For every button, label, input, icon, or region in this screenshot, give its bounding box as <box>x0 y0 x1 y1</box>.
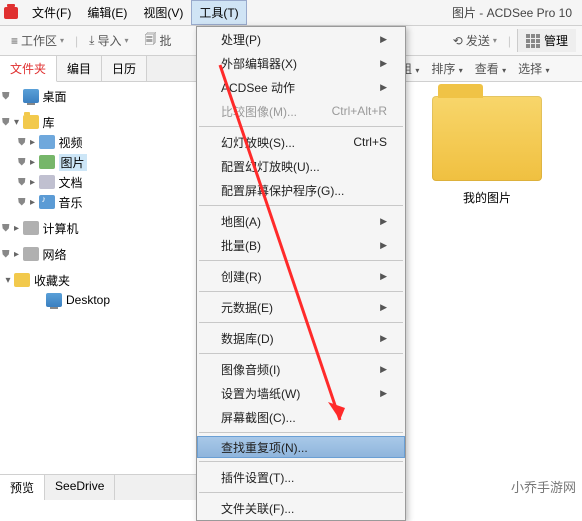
menu-plugin-settings[interactable]: 插件设置(T)... <box>197 465 405 489</box>
menu-map[interactable]: 地图(A)▶ <box>197 209 405 233</box>
menu-separator <box>199 432 403 433</box>
network-icon <box>23 247 39 261</box>
menu-screenshot[interactable]: 屏幕截图(C)... <box>197 405 405 429</box>
tree-desktop[interactable]: ⛊桌面 <box>0 86 199 106</box>
sidebar: 文件夹 编目 日历 ⛊桌面 ⛊▾库 ⛊▸视频 ⛊▸图片 ⛊▸文档 ⛊▸音乐 ⛊▸… <box>0 56 200 500</box>
grid-icon <box>526 34 540 48</box>
tab-calendar[interactable]: 日历 <box>102 56 147 81</box>
menu-database[interactable]: 数据库(D)▶ <box>197 326 405 350</box>
tree-library[interactable]: ⛊▾库 <box>0 112 199 132</box>
import-button[interactable]: ⤓ 导入 ▾ <box>84 29 133 52</box>
desktop-icon <box>46 293 62 307</box>
menu-edit[interactable]: 编辑(E) <box>79 0 135 25</box>
menu-wallpaper[interactable]: 设置为墙纸(W)▶ <box>197 381 405 405</box>
menu-view[interactable]: 视图(V) <box>135 0 191 25</box>
tree-computer[interactable]: ⛊▸计算机 <box>0 218 199 238</box>
menubar: 文件(F) 编辑(E) 视图(V) 工具(T) 图片 - ACDSee Pro … <box>0 0 582 26</box>
menu-tools[interactable]: 工具(T) <box>191 0 246 25</box>
tab-catalog[interactable]: 编目 <box>57 56 102 81</box>
document-icon <box>39 175 55 189</box>
folder-icon <box>432 96 542 181</box>
folder-label: 我的图片 <box>422 189 552 206</box>
tree-network[interactable]: ⛊▸网络 <box>0 244 199 264</box>
tab-folders[interactable]: 文件夹 <box>0 56 57 82</box>
computer-icon <box>23 221 39 235</box>
menu-separator <box>199 461 403 462</box>
menu-image-audio[interactable]: 图像音频(I)▶ <box>197 357 405 381</box>
folder-tree[interactable]: ⛊桌面 ⛊▾库 ⛊▸视频 ⛊▸图片 ⛊▸文档 ⛊▸音乐 ⛊▸计算机 ⛊▸网络 ▾… <box>0 82 199 474</box>
menu-compare: 比较图像(M)...Ctrl+Alt+R <box>197 99 405 123</box>
music-icon <box>39 195 55 209</box>
manage-button[interactable]: 管理 <box>517 29 576 52</box>
window-title: 图片 - ACDSee Pro 10 <box>452 4 572 21</box>
sort-button[interactable]: 排序 ▾ <box>425 56 468 81</box>
library-icon <box>23 115 39 129</box>
workspace-button[interactable]: ≡ 工作区 ▾ <box>6 29 69 52</box>
watermark: 小乔手游网 <box>511 477 576 496</box>
menu-file[interactable]: 文件(F) <box>24 0 79 25</box>
menu-separator <box>199 126 403 127</box>
send-button[interactable]: ⟲ 发送 ▾ <box>448 29 502 52</box>
video-icon <box>39 135 55 149</box>
favorites-icon <box>14 273 30 287</box>
sidebar-tabs: 文件夹 编目 日历 <box>0 56 199 82</box>
menu-metadata[interactable]: 元数据(E)▶ <box>197 295 405 319</box>
menu-separator <box>199 353 403 354</box>
tools-dropdown: 处理(P)▶ 外部编辑器(X)▶ ACDSee 动作▶ 比较图像(M)...Ct… <box>196 26 406 521</box>
tree-fav-desktop[interactable]: Desktop <box>0 290 199 310</box>
tree-music[interactable]: ⛊▸音乐 <box>0 192 199 212</box>
tree-pictures[interactable]: ⛊▸图片 <box>0 152 199 172</box>
menu-external-editor[interactable]: 外部编辑器(X)▶ <box>197 51 405 75</box>
menu-separator <box>199 322 403 323</box>
batch-button[interactable]: 🗐 批 <box>140 27 177 54</box>
tree-documents[interactable]: ⛊▸文档 <box>0 172 199 192</box>
menu-separator <box>199 205 403 206</box>
select-button[interactable]: 选择 ▾ <box>512 56 555 81</box>
tree-videos[interactable]: ⛊▸视频 <box>0 132 199 152</box>
menu-separator <box>199 260 403 261</box>
view-button[interactable]: 查看 ▾ <box>469 56 512 81</box>
menu-create[interactable]: 创建(R)▶ <box>197 264 405 288</box>
menu-separator <box>199 492 403 493</box>
menu-separator <box>199 291 403 292</box>
menu-process[interactable]: 处理(P)▶ <box>197 27 405 51</box>
menu-config-slideshow[interactable]: 配置幻灯放映(U)... <box>197 154 405 178</box>
picture-icon <box>39 155 55 169</box>
tab-preview[interactable]: 预览 <box>0 475 45 500</box>
content-toolbar: 组 ▾ 排序 ▾ 查看 ▾ 选择 ▾ <box>394 56 582 82</box>
folder-item[interactable]: 我的图片 <box>422 96 552 206</box>
tab-seedrive[interactable]: SeeDrive <box>45 475 115 500</box>
desktop-icon <box>23 89 39 103</box>
tree-favorites[interactable]: ▾收藏夹 <box>0 270 199 290</box>
menu-batch[interactable]: 批量(B)▶ <box>197 233 405 257</box>
menu-config-screensaver[interactable]: 配置屏幕保护程序(G)... <box>197 178 405 202</box>
menu-acdsee-actions[interactable]: ACDSee 动作▶ <box>197 75 405 99</box>
menu-find-duplicates[interactable]: 查找重复项(N)... <box>197 436 405 458</box>
preview-tabs: 预览 SeeDrive <box>0 474 199 500</box>
app-logo-icon <box>4 7 18 19</box>
menu-slideshow[interactable]: 幻灯放映(S)...Ctrl+S <box>197 130 405 154</box>
